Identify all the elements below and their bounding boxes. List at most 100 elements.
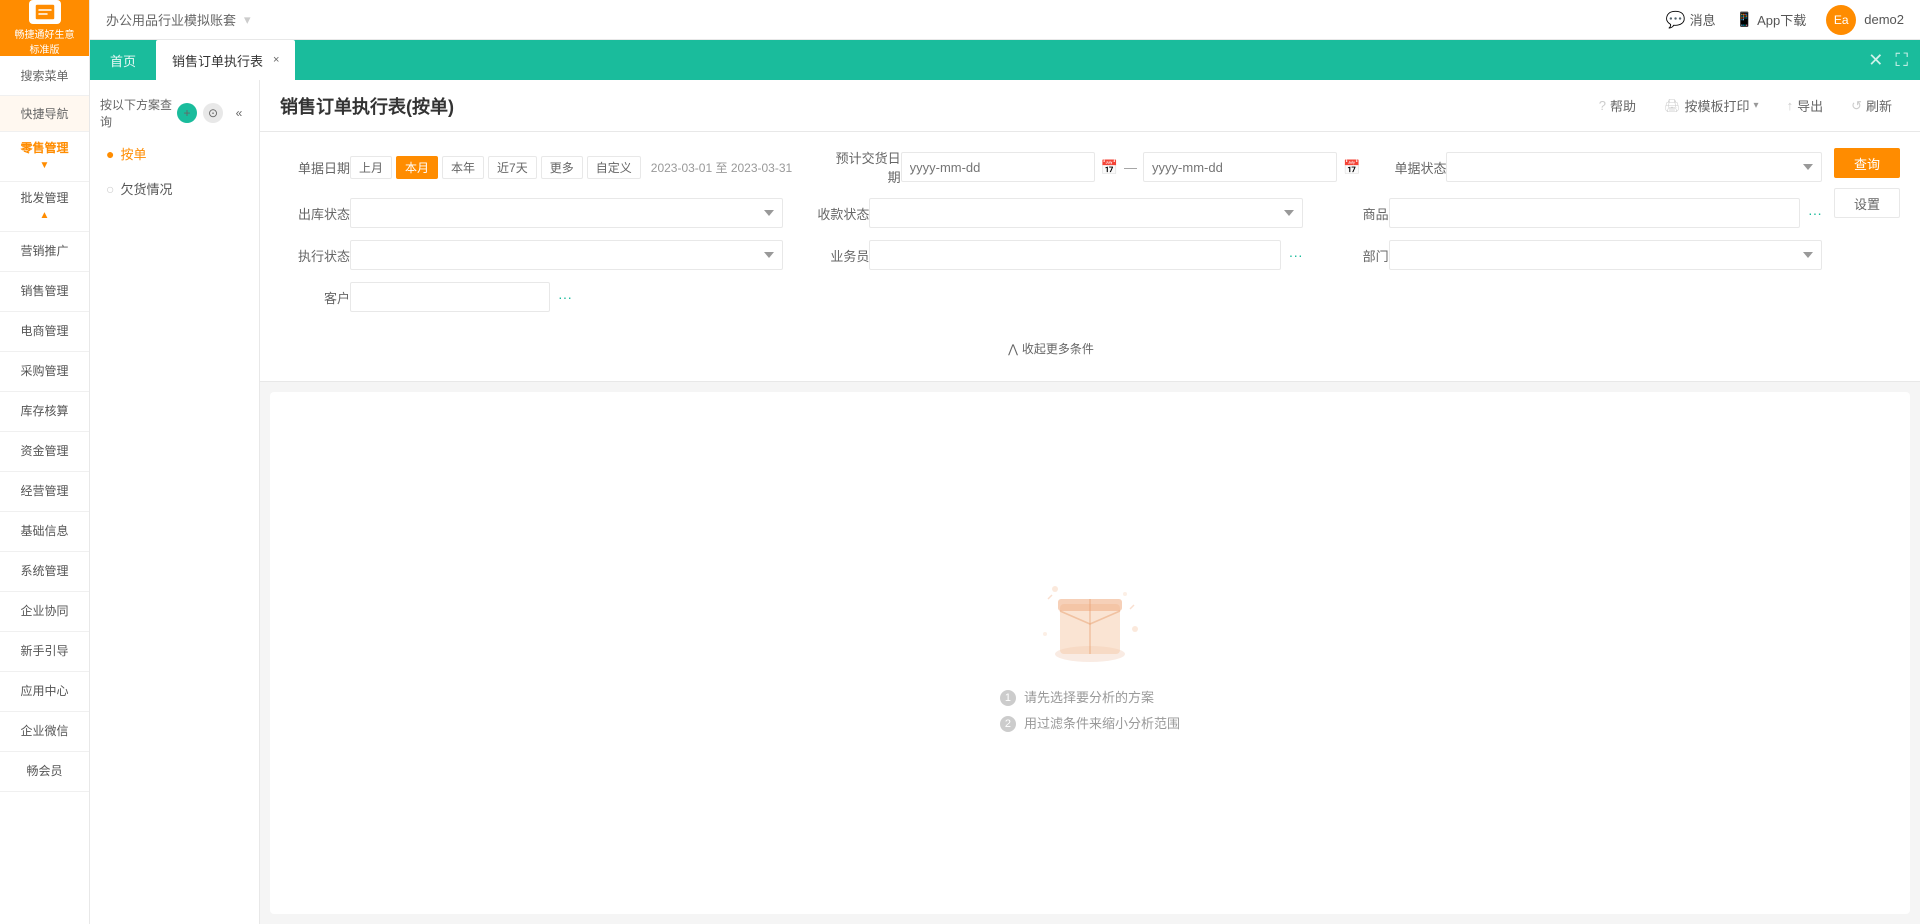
add-scheme-button[interactable]: + — [177, 103, 197, 123]
avatar: Ea — [1826, 5, 1856, 35]
message-button[interactable]: 💬 消息 — [1666, 10, 1716, 30]
help-button[interactable]: ? 帮助 — [1591, 92, 1644, 119]
filter-cell-status: 单据状态 — [1376, 152, 1822, 182]
chevron-down-icon: ▼ — [40, 159, 50, 173]
goods-label: 商品 — [1319, 204, 1389, 223]
template-print-chevron-icon: ▾ — [1754, 100, 1759, 111]
left-panel-item-owe[interactable]: ○ 欠货情况 — [90, 171, 259, 206]
left-panel: 按以下方案查询 + ⊙ « ● 按单 ○ — [90, 80, 260, 924]
sidebar-item-sales[interactable]: 销售管理 — [0, 272, 90, 312]
this-month-button[interactable]: 本月 — [396, 156, 438, 179]
dept-select[interactable] — [1389, 240, 1822, 270]
step1-text: 请先选择要分析的方案 — [1024, 685, 1154, 711]
status-select[interactable] — [1446, 152, 1822, 182]
page-actions: ? 帮助 🖨 按模板打印 ▾ ↑ 导出 ↺ 刷新 — [1591, 92, 1900, 119]
page-header: 销售订单执行表(按单) ? 帮助 🖨 按模板打印 ▾ ↑ 导出 — [260, 80, 1920, 132]
last-7days-button[interactable]: 近7天 — [488, 156, 537, 179]
sidebar-item-system[interactable]: 系统管理 — [0, 552, 90, 592]
setting-button[interactable]: 设置 — [1834, 188, 1900, 218]
avatar-text: Ea — [1834, 13, 1849, 27]
export-button[interactable]: ↑ 导出 — [1779, 92, 1832, 119]
delivery-start-input[interactable] — [901, 152, 1095, 182]
sidebar-item-label: 新手引导 — [20, 643, 68, 660]
customer-more-icon[interactable]: ··· — [558, 289, 572, 305]
calendar-end-icon[interactable]: 📅 — [1343, 159, 1360, 176]
tab-bar-actions: ✕ ⛶ — [1864, 46, 1920, 75]
sidebar-logo[interactable]: 畅捷通好生意 标准版 — [0, 0, 90, 56]
app-download-button[interactable]: 📱 App下载 — [1736, 10, 1807, 29]
tab-close-icon[interactable]: × — [273, 54, 279, 66]
salesperson-more-icon[interactable]: ··· — [1289, 247, 1303, 263]
tab-minimize-icon[interactable]: ✕ — [1864, 46, 1887, 75]
collapse-label: 收起更多条件 — [1022, 340, 1094, 357]
goods-more-icon[interactable]: ··· — [1808, 205, 1822, 221]
sidebar-item-wechat[interactable]: 企业微信 — [0, 712, 90, 752]
sidebar-item-newbie[interactable]: 新手引导 — [0, 632, 90, 672]
tab-home[interactable]: 首页 — [90, 40, 156, 80]
tab-sales-order[interactable]: 销售订单执行表 × — [156, 40, 295, 80]
sidebar-item-operations[interactable]: 经营管理 — [0, 472, 90, 512]
search-button[interactable]: 查询 — [1834, 148, 1900, 178]
sidebar-item-purchase[interactable]: 采购管理 — [0, 352, 90, 392]
delivery-label: 预计交货日期 — [831, 148, 901, 186]
sidebar-item-ecommerce[interactable]: 电商管理 — [0, 312, 90, 352]
customer-input[interactable] — [350, 282, 550, 312]
sidebar-item-member[interactable]: 畅会员 — [0, 752, 90, 792]
sidebar-item-label: 企业微信 — [20, 723, 68, 740]
add-icon: + — [183, 106, 190, 120]
sidebar-item-finance[interactable]: 资金管理 — [0, 432, 90, 472]
receipt-status-label: 收款状态 — [799, 204, 869, 223]
last-month-button[interactable]: 上月 — [350, 156, 392, 179]
collapse-filters-button[interactable]: ⋀ 收起更多条件 — [1000, 332, 1102, 365]
tab-expand-icon[interactable]: ⛶ — [1891, 46, 1912, 75]
copy-scheme-button[interactable]: ⊙ — [203, 103, 223, 123]
custom-date-button[interactable]: 自定义 — [587, 156, 641, 179]
export-icon: ↑ — [1787, 98, 1794, 113]
salesperson-label: 业务员 — [799, 246, 869, 265]
filter-cell-delivery: 预计交货日期 📅 — 📅 — [831, 148, 1361, 186]
calendar-start-icon[interactable]: 📅 — [1101, 159, 1118, 176]
tab-home-label: 首页 — [110, 51, 136, 70]
filter-row-1: 单据日期 上月 本月 本年 近7天 更多 自定义 — [280, 148, 1822, 186]
salesperson-input[interactable] — [869, 240, 1280, 270]
template-print-button[interactable]: 🖨 按模板打印 ▾ — [1656, 92, 1767, 119]
sidebar-item-apps[interactable]: 应用中心 — [0, 672, 90, 712]
exec-status-select[interactable] — [350, 240, 783, 270]
delivery-end-input[interactable] — [1143, 152, 1337, 182]
scheme-label: 按单 — [120, 144, 146, 163]
sidebar: 畅捷通好生意 标准版 搜索菜单 快捷导航 零售管理 ▼ 批发管理 ▲ 营销推广 … — [0, 0, 90, 924]
delivery-control: 📅 — 📅 — [901, 152, 1361, 182]
sidebar-item-enterprise[interactable]: 企业协同 — [0, 592, 90, 632]
date-control: 上月 本月 本年 近7天 更多 自定义 2023-03-01 至 2023-03… — [350, 156, 792, 179]
more-date-button[interactable]: 更多 — [541, 156, 583, 179]
chevron-up-icon: ▲ — [40, 209, 50, 223]
receipt-status-select[interactable] — [869, 198, 1302, 228]
collapse-panel-button[interactable]: « — [229, 103, 249, 123]
filter-section: 单据日期 上月 本月 本年 近7天 更多 自定义 — [260, 132, 1920, 382]
help-label: 帮助 — [1610, 96, 1636, 115]
left-panel-item-press[interactable]: ● 按单 — [90, 136, 259, 171]
logo-version: 标准版 — [30, 41, 60, 56]
tab-bar: 首页 销售订单执行表 × ✕ ⛶ — [90, 40, 1920, 80]
sidebar-search-menu[interactable]: 搜索菜单 — [0, 56, 90, 96]
filter-cell-exec-status: 执行状态 — [280, 240, 783, 270]
sidebar-item-basic[interactable]: 基础信息 — [0, 512, 90, 552]
collapse-icon: « — [236, 106, 243, 120]
sidebar-item-marketing[interactable]: 营销推广 — [0, 232, 90, 272]
sidebar-quick-nav[interactable]: 快捷导航 — [0, 96, 90, 132]
goods-input[interactable] — [1389, 198, 1800, 228]
sidebar-item-inventory[interactable]: 库存核算 — [0, 392, 90, 432]
message-label: 消息 — [1690, 10, 1716, 29]
filter-cell-customer: 客户 ··· — [280, 282, 680, 312]
sidebar-item-retail[interactable]: 零售管理 ▼ — [0, 132, 90, 182]
left-panel-icons: + ⊙ « — [177, 103, 249, 123]
filter-cell-salesperson: 业务员 ··· — [799, 240, 1302, 270]
out-status-select[interactable] — [350, 198, 783, 228]
sidebar-item-wholesale[interactable]: 批发管理 ▲ — [0, 182, 90, 232]
this-year-button[interactable]: 本年 — [442, 156, 484, 179]
user-avatar-button[interactable]: Ea demo2 — [1826, 5, 1904, 35]
status-control — [1446, 152, 1822, 182]
refresh-button[interactable]: ↺ 刷新 — [1843, 92, 1900, 119]
sidebar-item-label: 营销推广 — [20, 243, 68, 260]
breadcrumb: 办公用品行业模拟账套 ▾ — [106, 10, 251, 29]
